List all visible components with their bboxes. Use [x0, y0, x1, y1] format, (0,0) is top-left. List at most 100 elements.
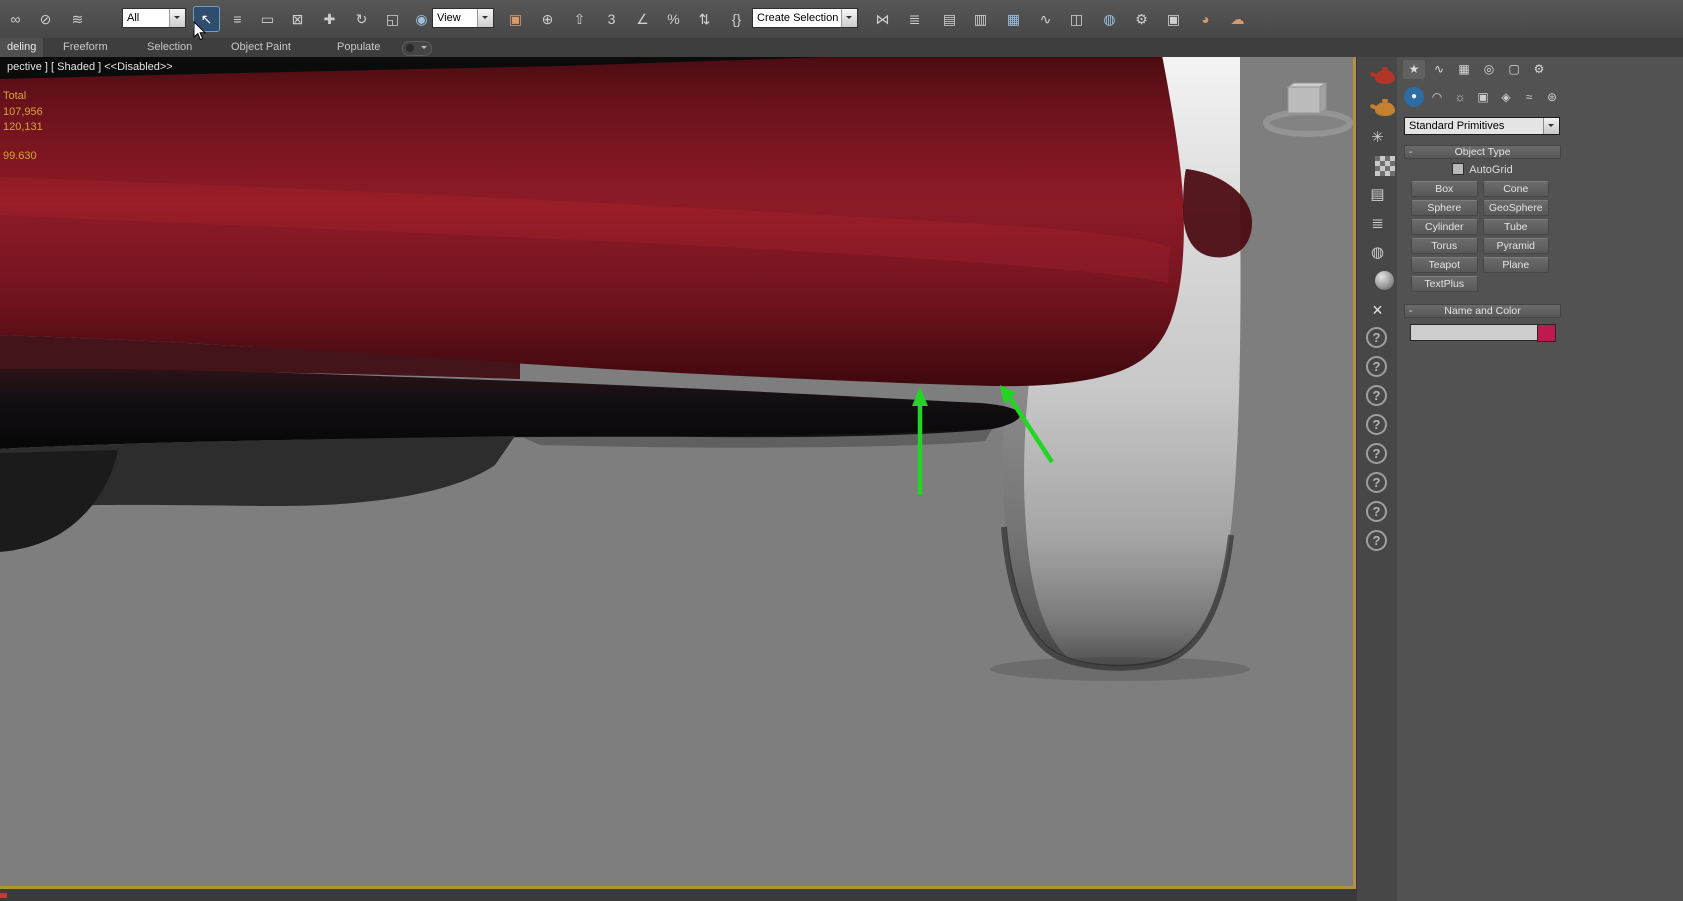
checker-icon[interactable] [1364, 153, 1395, 179]
viewport-perspective[interactable]: pective ] [ Shaded ] <<Disabled>> Total … [0, 57, 1353, 887]
helpers-category-icon[interactable]: ◈ [1496, 87, 1516, 107]
select-and-manipulate-icon[interactable]: ⊕ [534, 6, 561, 32]
autogrid-checkbox[interactable] [1452, 163, 1465, 175]
object-color-swatch[interactable] [1537, 324, 1556, 342]
select-by-name-icon[interactable]: ≡ [224, 6, 251, 32]
utilities-tab[interactable]: ⚙ [1528, 60, 1550, 79]
rollout-name-and-color-title: Name and Color [1444, 305, 1521, 317]
tab-modeling[interactable]: deling [0, 38, 44, 57]
select-and-rotate-icon[interactable]: ↻ [348, 6, 375, 32]
lights-category-icon[interactable]: ☼ [1450, 87, 1470, 107]
help-icon[interactable]: ? [1366, 443, 1387, 464]
tab-populate[interactable]: Populate [330, 38, 387, 57]
object-name-input[interactable] [1410, 324, 1539, 341]
stack-icon[interactable]: ≣ [1364, 211, 1391, 237]
command-panel: ★ ∿ ▦ ◎ ▢ ⚙ ● ◠ ☼ ▣ ◈ ≈ ⊛ Standard Primi… [1397, 57, 1683, 901]
help-icon[interactable]: ? [1366, 385, 1387, 406]
cone-button[interactable]: Cone [1482, 181, 1549, 197]
rollout-object-type[interactable]: - Object Type [1404, 145, 1561, 159]
select-and-scale-icon[interactable]: ◱ [379, 6, 406, 32]
unlink-selection-icon[interactable]: ⊘ [32, 6, 59, 32]
schematic-view-icon[interactable]: ◫ [1063, 6, 1090, 32]
angle-snap-icon[interactable]: ∠ [629, 6, 656, 32]
layers-icon[interactable]: ▤ [1364, 182, 1391, 208]
coordinate-system-dropdown[interactable]: View [432, 8, 494, 28]
close-x-icon[interactable]: × [1364, 297, 1391, 323]
help-icon[interactable]: ? [1366, 472, 1387, 493]
ribbon-toggle-icon[interactable]: ▦ [1000, 6, 1027, 32]
modify-tab[interactable]: ∿ [1428, 60, 1450, 79]
plane-button[interactable]: Plane [1482, 257, 1549, 273]
help-icon[interactable]: ? [1366, 501, 1387, 522]
box-button[interactable]: Box [1411, 181, 1478, 197]
display-tab[interactable]: ▢ [1503, 60, 1525, 79]
help-icon[interactable]: ? [1366, 327, 1387, 348]
geometry-category-icon[interactable]: ● [1404, 87, 1424, 107]
render-cloud-icon[interactable]: ☁ [1224, 6, 1251, 32]
scene-explorer-icon[interactable]: ▤ [936, 6, 963, 32]
spacewarps-category-icon[interactable]: ≈ [1519, 87, 1539, 107]
tab-selection[interactable]: Selection [140, 38, 199, 57]
mouse-cursor [193, 21, 207, 41]
teapot-icon[interactable] [1364, 63, 1395, 89]
cylinder-button[interactable]: Cylinder [1411, 219, 1478, 235]
torus-button[interactable]: Torus [1411, 238, 1478, 254]
viewport-label[interactable]: pective ] [ Shaded ] <<Disabled>> [7, 61, 173, 73]
teapot-button[interactable]: Teapot [1411, 257, 1478, 273]
sphere-shape [1375, 271, 1394, 290]
named-selection-sets-icon[interactable]: {} [723, 6, 750, 32]
checker-shape [1375, 156, 1395, 176]
window-crossing-icon[interactable]: ⊠ [284, 6, 311, 32]
car-body [0, 57, 1253, 387]
cameras-category-icon[interactable]: ▣ [1473, 87, 1493, 107]
create-tab[interactable]: ★ [1403, 60, 1425, 79]
statusbar-red-tick [0, 893, 7, 898]
spinner-snap-icon[interactable]: ⇅ [691, 6, 718, 32]
rendered-frame-icon[interactable]: ▣ [1160, 6, 1187, 32]
hierarchy-tab[interactable]: ▦ [1453, 60, 1475, 79]
sphere-button[interactable]: Sphere [1411, 200, 1478, 216]
tube-button[interactable]: Tube [1482, 219, 1549, 235]
help-icon[interactable]: ? [1366, 414, 1387, 435]
selection-filter-dropdown[interactable]: All [122, 8, 186, 28]
bind-to-spacewarp-icon[interactable]: ≋ [64, 6, 91, 32]
align-icon[interactable]: ≣ [901, 6, 928, 32]
named-selection-sets-dropdown[interactable]: Create Selection Se [752, 8, 858, 28]
curve-editor-icon[interactable]: ∿ [1032, 6, 1059, 32]
teapot-gold-icon[interactable] [1364, 95, 1395, 121]
tab-object-paint[interactable]: Object Paint [224, 38, 298, 57]
render-production-icon[interactable]: ◕ [1192, 6, 1219, 32]
ribbon-options-icon[interactable] [402, 41, 432, 56]
textplus-button[interactable]: TextPlus [1411, 276, 1478, 292]
selection-region-icon[interactable]: ▭ [254, 6, 281, 32]
keyboard-override-icon[interactable]: ⇧ [566, 6, 593, 32]
render-setup-icon[interactable]: ⚙ [1128, 6, 1155, 32]
percent-snap-icon[interactable]: % [660, 6, 687, 32]
systems-category-icon[interactable]: ⊛ [1542, 87, 1562, 107]
select-and-link-icon[interactable]: ∞ [2, 6, 29, 32]
layer-explorer-icon[interactable]: ▥ [967, 6, 994, 32]
motion-tab[interactable]: ◎ [1478, 60, 1500, 79]
snaps-toggle-icon[interactable]: 3 [598, 6, 625, 32]
status-bar [0, 889, 1356, 901]
tab-freeform[interactable]: Freeform [56, 38, 115, 57]
chevron-down-icon [1543, 118, 1559, 134]
snowflake-icon[interactable]: ✳ [1364, 125, 1391, 151]
teapot-shape [1375, 67, 1395, 84]
use-center-icon[interactable]: ▣ [502, 6, 529, 32]
rollout-name-and-color[interactable]: - Name and Color [1404, 304, 1561, 318]
select-and-move-icon[interactable]: ✚ [316, 6, 343, 32]
select-and-place-icon[interactable]: ◉ [408, 6, 435, 32]
help-icon[interactable]: ? [1366, 356, 1387, 377]
primitive-type-dropdown[interactable]: Standard Primitives [1404, 117, 1560, 135]
material-editor-icon[interactable]: ◍ [1096, 6, 1123, 32]
sphere-icon[interactable] [1364, 267, 1394, 293]
stats-value-3: 99.630 [3, 149, 37, 162]
pyramid-button[interactable]: Pyramid [1482, 238, 1549, 254]
shapes-category-icon[interactable]: ◠ [1427, 87, 1447, 107]
help-icon[interactable]: ? [1366, 530, 1387, 551]
mirror-icon[interactable]: ⋈ [869, 6, 896, 32]
geosphere-button[interactable]: GeoSphere [1482, 200, 1549, 216]
patterned-sphere-icon[interactable]: ◍ [1364, 240, 1391, 266]
coordinate-system-value: View [437, 12, 461, 24]
